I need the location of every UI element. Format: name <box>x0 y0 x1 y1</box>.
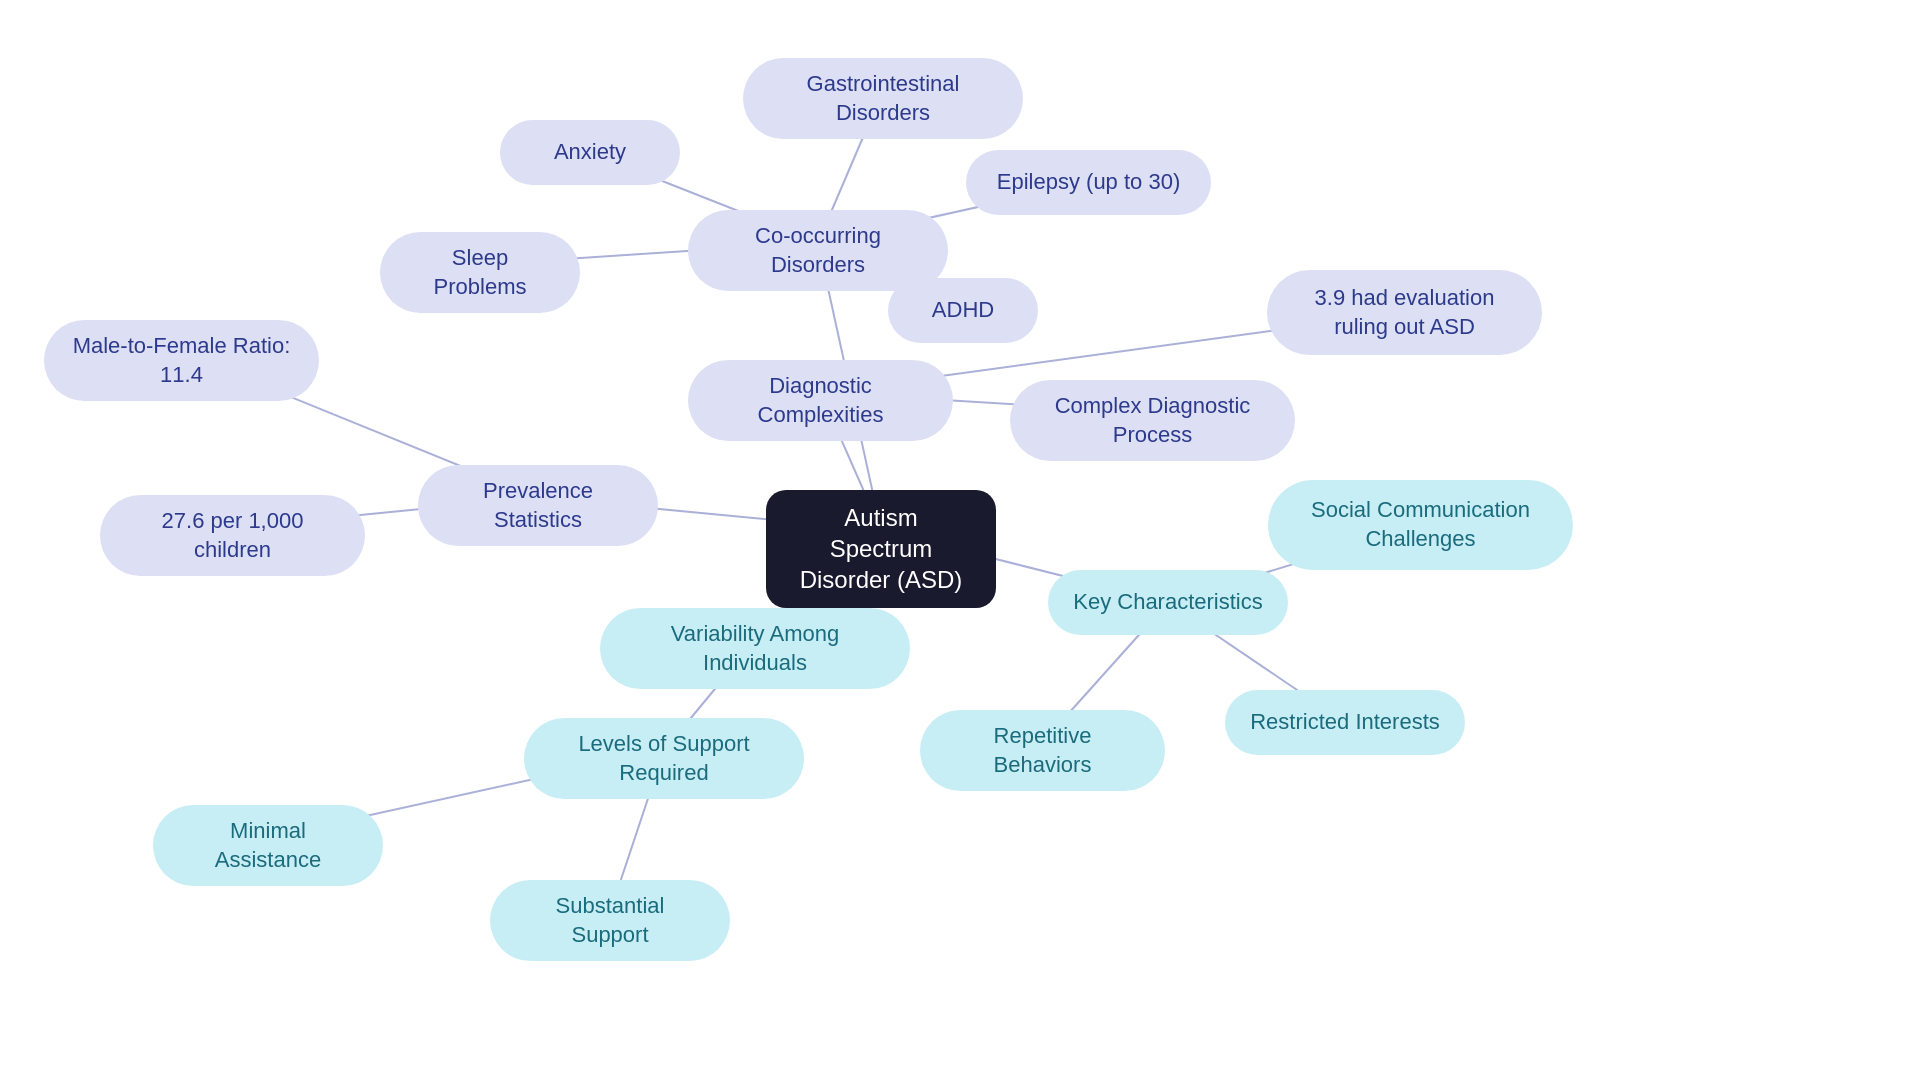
node-anxiety[interactable]: Anxiety <box>500 120 680 185</box>
node-gastrointestinalDisorders[interactable]: Gastrointestinal Disorders <box>743 58 1023 139</box>
node-sleepProblems[interactable]: Sleep Problems <box>380 232 580 313</box>
node-levelsOfSupportRequired[interactable]: Levels of Support Required <box>524 718 804 799</box>
node-minimalAssistance[interactable]: Minimal Assistance <box>153 805 383 886</box>
node-substantialSupport[interactable]: Substantial Support <box>490 880 730 961</box>
node-epilepsy[interactable]: Epilepsy (up to 30) <box>966 150 1211 215</box>
node-diagnosticComplexities[interactable]: Diagnostic Complexities <box>688 360 953 441</box>
node-prevalenceStatistics[interactable]: Prevalence Statistics <box>418 465 658 546</box>
node-complexDiagnosticProcess[interactable]: Complex Diagnostic Process <box>1010 380 1295 461</box>
node-keyCharacteristics[interactable]: Key Characteristics <box>1048 570 1288 635</box>
node-maleToFemaleRatio[interactable]: Male-to-Female Ratio: 11.4 <box>44 320 319 401</box>
node-repetitiveBehaviors[interactable]: Repetitive Behaviors <box>920 710 1165 791</box>
node-socialCommunicationChallenges[interactable]: Social Communication Challenges <box>1268 480 1573 570</box>
node-center[interactable]: Autism Spectrum Disorder (ASD) <box>766 490 996 608</box>
node-adhd[interactable]: ADHD <box>888 278 1038 343</box>
node-per1000Children[interactable]: 27.6 per 1,000 children <box>100 495 365 576</box>
node-restrictedInterests[interactable]: Restricted Interests <box>1225 690 1465 755</box>
node-evaluationRulingOut[interactable]: 3.9 had evaluation ruling out ASD <box>1267 270 1542 355</box>
node-variabilityAmongIndividuals[interactable]: Variability Among Individuals <box>600 608 910 689</box>
